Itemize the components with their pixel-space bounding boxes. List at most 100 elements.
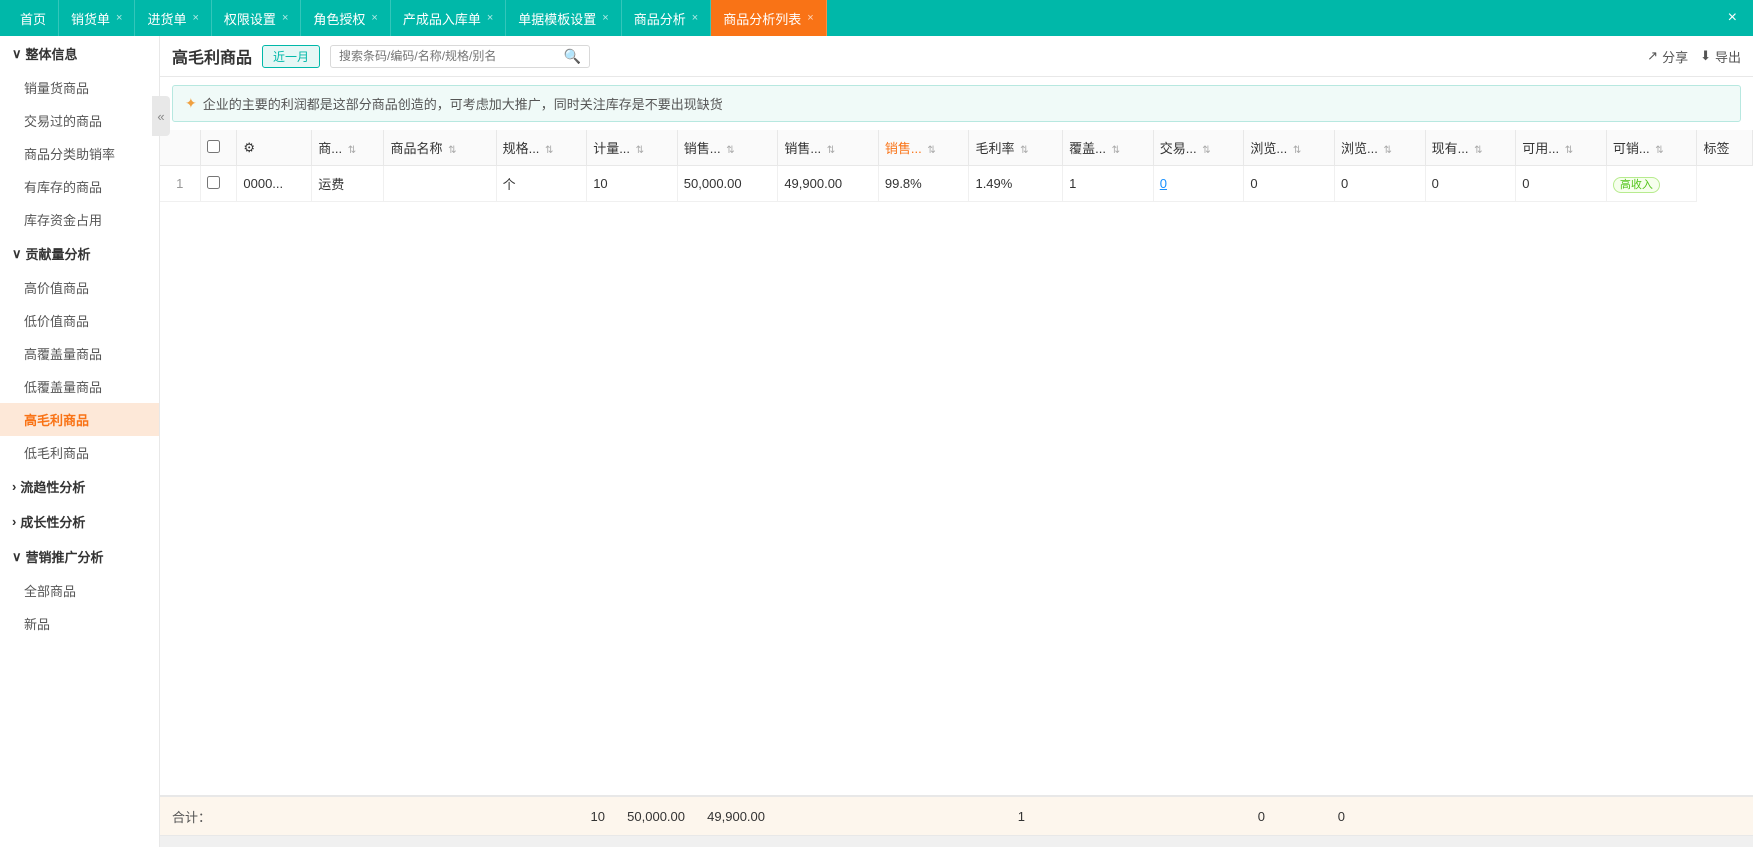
table-header-row: ⚙ 商... ⇅ 商品名称 ⇅ 规格... ⇅ [160, 130, 1753, 166]
filter-button[interactable]: 近一月 [262, 45, 320, 68]
tab-purchase-order[interactable]: 进货单 × [135, 0, 211, 36]
tab-product-analysis-list[interactable]: 商品分析列表 × [711, 0, 826, 36]
sidebar-item-new-goods[interactable]: 新品 [0, 607, 159, 640]
sidebar-item-high-coverage[interactable]: 高覆盖量商品 [0, 337, 159, 370]
footer-stock-available: 0 [1271, 809, 1351, 824]
cell-sales-amount: 50,000.00 [677, 166, 778, 202]
col-views1[interactable]: 浏览... ⇅ [1244, 130, 1335, 166]
col-gross-margin[interactable]: 毛利率 ⇅ [969, 130, 1063, 166]
search-box: 🔍 [330, 45, 590, 68]
col-checkbox[interactable] [200, 130, 237, 166]
col-sku-code[interactable]: 商... ⇅ [312, 130, 384, 166]
sidebar-item-in-stock-goods[interactable]: 有库存的商品 [0, 170, 159, 203]
share-button[interactable]: ↗ 分享 [1647, 47, 1688, 66]
table-container: ⚙ 商... ⇅ 商品名称 ⇅ 规格... ⇅ [160, 130, 1753, 795]
close-tab-template[interactable]: × [602, 12, 608, 24]
footer-values: 10 50,000.00 49,900.00 1 0 0 [231, 809, 1351, 824]
sidebar-group-overall[interactable]: ∨ 整体信息 [0, 36, 159, 71]
close-tab-permission[interactable]: × [282, 12, 288, 24]
footer-spacer [771, 809, 871, 824]
cell-gross-margin: 99.8% [878, 166, 969, 202]
arrow-down-icon: ∨ [12, 46, 22, 62]
cell-spec [384, 166, 496, 202]
sidebar-collapse-button[interactable]: « [152, 96, 170, 136]
main-container: ∨ 整体信息 销量货商品 交易过的商品 商品分类助销率 有库存的商品 库存资金占… [0, 36, 1753, 847]
sidebar-item-all-goods[interactable]: 全部商品 [0, 574, 159, 607]
sort-icon-v2: ⇅ [1383, 145, 1391, 156]
arrow-right-icon: › [12, 479, 16, 494]
cell-views1[interactable]: 0 [1153, 166, 1244, 202]
col-spec[interactable]: 规格... ⇅ [496, 130, 587, 166]
col-sales-profit[interactable]: 销售... ⇅ [878, 130, 969, 166]
sidebar-item-traded-goods[interactable]: 交易过的商品 [0, 104, 159, 137]
page-title: 高毛利商品 [172, 44, 252, 68]
row-checkbox[interactable] [207, 176, 220, 189]
footer-label: 合计： [172, 807, 211, 826]
sidebar-item-stock-capital[interactable]: 库存资金占用 [0, 203, 159, 236]
col-tag[interactable]: 标签 [1697, 130, 1753, 166]
bottom-scrollbar[interactable] [160, 835, 1753, 847]
col-unit[interactable]: 计量... ⇅ [587, 130, 678, 166]
sort-icon-tx: ⇅ [1202, 145, 1210, 156]
footer-sales-amount: 50,000.00 [611, 809, 691, 824]
arrow-down-icon-3: ∨ [12, 549, 22, 565]
tab-template-settings[interactable]: 单据模板设置 × [506, 0, 621, 36]
footer-sales-qty-val: 10 [531, 809, 611, 824]
tab-role-auth[interactable]: 角色授权 × [301, 0, 390, 36]
col-stock-current[interactable]: 现有... ⇅ [1425, 130, 1516, 166]
col-name[interactable]: 商品名称 ⇅ [384, 130, 496, 166]
sidebar-item-low-margin[interactable]: 低毛利商品 [0, 436, 159, 469]
col-coverage[interactable]: 覆盖... ⇅ [1063, 130, 1154, 166]
sort-icon-unit: ⇅ [636, 145, 644, 156]
tab-home[interactable]: 首页 [8, 0, 59, 36]
table-body: 1 0000... 运费 个 10 50,000.00 49,900.00 99… [160, 166, 1753, 202]
close-tab-sales-order[interactable]: × [116, 12, 122, 24]
close-tab-analysis[interactable]: × [692, 12, 698, 24]
col-sales-amount[interactable]: 销售... ⇅ [778, 130, 879, 166]
sidebar-item-high-value[interactable]: 高价值商品 [0, 271, 159, 304]
close-all-button[interactable]: × [1720, 9, 1745, 27]
info-icon: ✦ [185, 95, 197, 112]
data-table: ⚙ 商... ⇅ 商品名称 ⇅ 规格... ⇅ [160, 130, 1753, 202]
tab-product-analysis[interactable]: 商品分析 × [622, 0, 711, 36]
footer-spacer2 [871, 809, 951, 824]
search-input[interactable] [339, 49, 564, 63]
header-actions: ↗ 分享 ⬇ 导出 [1647, 47, 1741, 66]
col-sales-qty[interactable]: 销售... ⇅ [677, 130, 778, 166]
sort-icon-margin: ⇅ [1020, 145, 1028, 156]
sidebar-item-sales-goods[interactable]: 销量货商品 [0, 71, 159, 104]
sidebar-group-contribution[interactable]: ∨ 贡献量分析 [0, 236, 159, 271]
sort-icon-sc: ⇅ [1474, 145, 1482, 156]
close-tab-purchase-order[interactable]: × [192, 12, 198, 24]
tab-product-storage[interactable]: 产成品入库单 × [391, 0, 506, 36]
col-stock-saleable[interactable]: 可销... ⇅ [1606, 130, 1697, 166]
sort-icon-coverage: ⇅ [1112, 145, 1120, 156]
cell-stock-current: 0 [1335, 166, 1426, 202]
sidebar-item-category-sales-rate[interactable]: 商品分类助销率 [0, 137, 159, 170]
sidebar-group-marketing[interactable]: ∨ 营销推广分析 [0, 539, 159, 574]
select-all-checkbox[interactable] [207, 140, 220, 153]
col-settings[interactable]: ⚙ [237, 130, 312, 166]
col-stock-available[interactable]: 可用... ⇅ [1516, 130, 1607, 166]
tab-sales-order[interactable]: 销货单 × [59, 0, 135, 36]
sidebar-group-trend[interactable]: › 流趋性分析 [0, 469, 159, 504]
sidebar-item-high-margin[interactable]: 高毛利商品 [0, 403, 159, 436]
tab-permission-settings[interactable]: 权限设置 × [212, 0, 301, 36]
col-views2[interactable]: 浏览... ⇅ [1335, 130, 1426, 166]
sidebar-item-low-value[interactable]: 低价值商品 [0, 304, 159, 337]
close-tab-storage[interactable]: × [487, 12, 493, 24]
sort-icon-v1: ⇅ [1293, 145, 1301, 156]
cell-coverage: 1.49% [969, 166, 1063, 202]
sort-icon-qty: ⇅ [726, 145, 734, 156]
cell-checkbox[interactable] [200, 166, 237, 202]
sort-icon-sku: ⇅ [348, 145, 356, 156]
search-icon[interactable]: 🔍 [564, 48, 581, 65]
sidebar-group-growth[interactable]: › 成长性分析 [0, 504, 159, 539]
top-nav: 首页 销货单 × 进货单 × 权限设置 × 角色授权 × 产成品入库单 × 单据… [0, 0, 1753, 36]
close-tab-role[interactable]: × [371, 12, 377, 24]
sidebar-item-low-coverage[interactable]: 低覆盖量商品 [0, 370, 159, 403]
export-button[interactable]: ⬇ 导出 [1700, 47, 1741, 66]
col-transactions[interactable]: 交易... ⇅ [1153, 130, 1244, 166]
close-tab-analysis-list[interactable]: × [807, 12, 813, 24]
cell-sku-code: 0000... [237, 166, 312, 202]
